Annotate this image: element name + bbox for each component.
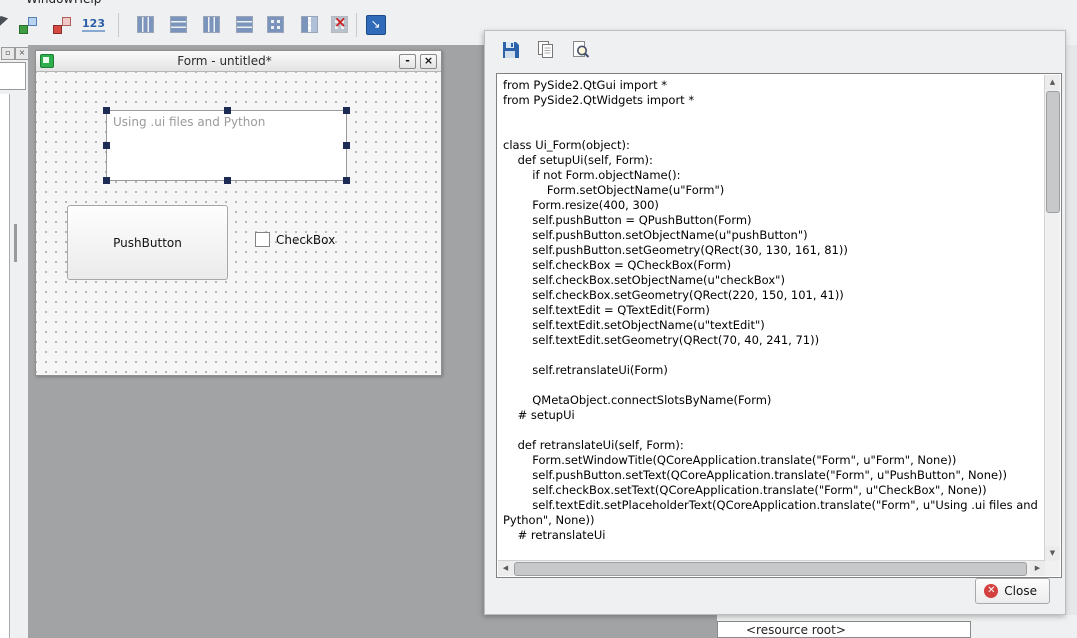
resize-handle-n[interactable] <box>224 107 231 114</box>
scroll-left-arrow[interactable]: ◀ <box>498 561 513 576</box>
find-button[interactable] <box>569 38 593 62</box>
widget-filter-input[interactable] <box>0 62 26 90</box>
splitter-v-icon <box>236 16 253 33</box>
menu-window[interactable]: Window <box>26 0 73 6</box>
dock-close-button[interactable]: × <box>15 47 29 60</box>
resize-handle-s[interactable] <box>224 177 231 184</box>
layout-vertical-splitter-icon[interactable] <box>231 11 258 38</box>
horizontal-scroll-thumb[interactable] <box>514 562 1027 576</box>
textedit-placeholder: Using .ui files and Python <box>107 111 346 133</box>
resize-handle-ne[interactable] <box>343 107 350 114</box>
menubar: Window Help <box>0 0 1077 7</box>
resize-handle-sw[interactable] <box>103 177 110 184</box>
code-view[interactable]: from PySide2.QtGui import * from PySide2… <box>498 75 1045 561</box>
view-code-dialog: from PySide2.QtGui import * from PySide2… <box>484 30 1066 615</box>
checkbox-label: CheckBox <box>276 233 335 247</box>
edit-signals-slots-icon[interactable] <box>14 11 41 38</box>
close-button-label: Close <box>1004 584 1037 598</box>
layout-vertical-icon[interactable] <box>165 11 192 38</box>
toolbar-separator <box>118 13 119 37</box>
layout-horizontal-splitter-icon[interactable] <box>198 11 225 38</box>
resize-handle-e[interactable] <box>343 142 350 149</box>
right-edge-strip <box>1066 45 1077 615</box>
generated-code[interactable]: from PySide2.QtGui import * from PySide2… <box>498 75 1045 546</box>
form-layout-icon <box>301 16 318 33</box>
checkbox-widget[interactable]: CheckBox <box>255 232 335 247</box>
resize-arrow-icon: ↘ <box>366 15 386 35</box>
mdi-area-bottom <box>485 615 717 638</box>
minimize-button[interactable]: - <box>399 54 416 69</box>
break-grid-icon: × <box>331 16 348 33</box>
code-view-frame: from PySide2.QtGui import * from PySide2… <box>496 73 1062 578</box>
scroll-down-arrow[interactable]: ▼ <box>1045 546 1060 561</box>
copy-button[interactable] <box>534 38 558 62</box>
tab-order-123-icon: 123 <box>82 18 105 32</box>
edit-tab-order-icon[interactable]: 123 <box>80 11 107 38</box>
find-icon <box>571 40 591 60</box>
grid-icon <box>267 16 284 33</box>
resize-handle-se[interactable] <box>343 177 350 184</box>
resource-root-item[interactable]: <resource root> <box>717 621 971 638</box>
vertical-scrollbar[interactable]: ▲ ▼ <box>1044 75 1060 561</box>
adjust-size-icon[interactable]: ↘ <box>362 11 389 38</box>
close-dialog-button[interactable]: ✕ Close <box>975 578 1050 604</box>
toolbar-separator <box>356 13 357 37</box>
horizontal-bars-icon <box>170 16 187 33</box>
textedit-widget[interactable]: Using .ui files and Python <box>106 110 347 181</box>
vertical-scroll-thumb[interactable] <box>1046 91 1060 213</box>
save-icon <box>501 40 521 60</box>
resize-handle-w[interactable] <box>103 142 110 149</box>
copy-icon <box>536 40 556 60</box>
checkbox-box[interactable] <box>255 232 270 247</box>
qt-designer-screen: Window Help 123 × ↘ ▫ × <resource root> <box>0 0 1077 638</box>
buddy-icon <box>53 17 71 33</box>
splitter-h-icon <box>203 16 220 33</box>
form-editor-window: Form - untitled* - × Using .ui files and… <box>35 50 442 376</box>
signal-slot-icon <box>19 17 37 33</box>
widget-box-panel-edge <box>0 94 10 638</box>
vertical-bars-icon <box>137 16 154 33</box>
scrollbar-corner <box>1045 561 1060 576</box>
close-button[interactable]: × <box>420 54 437 69</box>
scroll-right-arrow[interactable]: ▶ <box>1030 561 1045 576</box>
save-button[interactable] <box>499 38 523 62</box>
pushbutton-widget[interactable]: PushButton <box>67 205 228 280</box>
cursor-icon <box>0 15 15 33</box>
form-window-icon <box>40 54 54 68</box>
widget-box-dock-fragment: ▫ × <box>0 45 28 638</box>
layout-form-icon[interactable] <box>296 11 323 38</box>
resource-browser-dock-fragment: <resource root> <box>717 615 1077 638</box>
edit-buddies-icon[interactable] <box>48 11 75 38</box>
menu-help[interactable]: Help <box>74 0 101 6</box>
horizontal-scrollbar[interactable]: ◀ ▶ <box>498 560 1045 576</box>
form-canvas[interactable]: Using .ui files and Python PushButton Ch… <box>36 72 441 375</box>
dock-scrollbar-fragment[interactable] <box>14 224 17 262</box>
layout-horizontal-icon[interactable] <box>132 11 159 38</box>
dock-float-button[interactable]: ▫ <box>1 47 15 60</box>
resize-handle-nw[interactable] <box>103 107 110 114</box>
close-x-icon: ✕ <box>984 584 998 598</box>
layout-grid-icon[interactable] <box>262 11 289 38</box>
break-layout-icon[interactable]: × <box>326 11 353 38</box>
form-window-title: Form - untitled* <box>54 54 395 68</box>
code-dialog-toolbar <box>499 38 593 64</box>
form-window-titlebar[interactable]: Form - untitled* - × <box>36 51 441 72</box>
scroll-up-arrow[interactable]: ▲ <box>1045 75 1060 90</box>
